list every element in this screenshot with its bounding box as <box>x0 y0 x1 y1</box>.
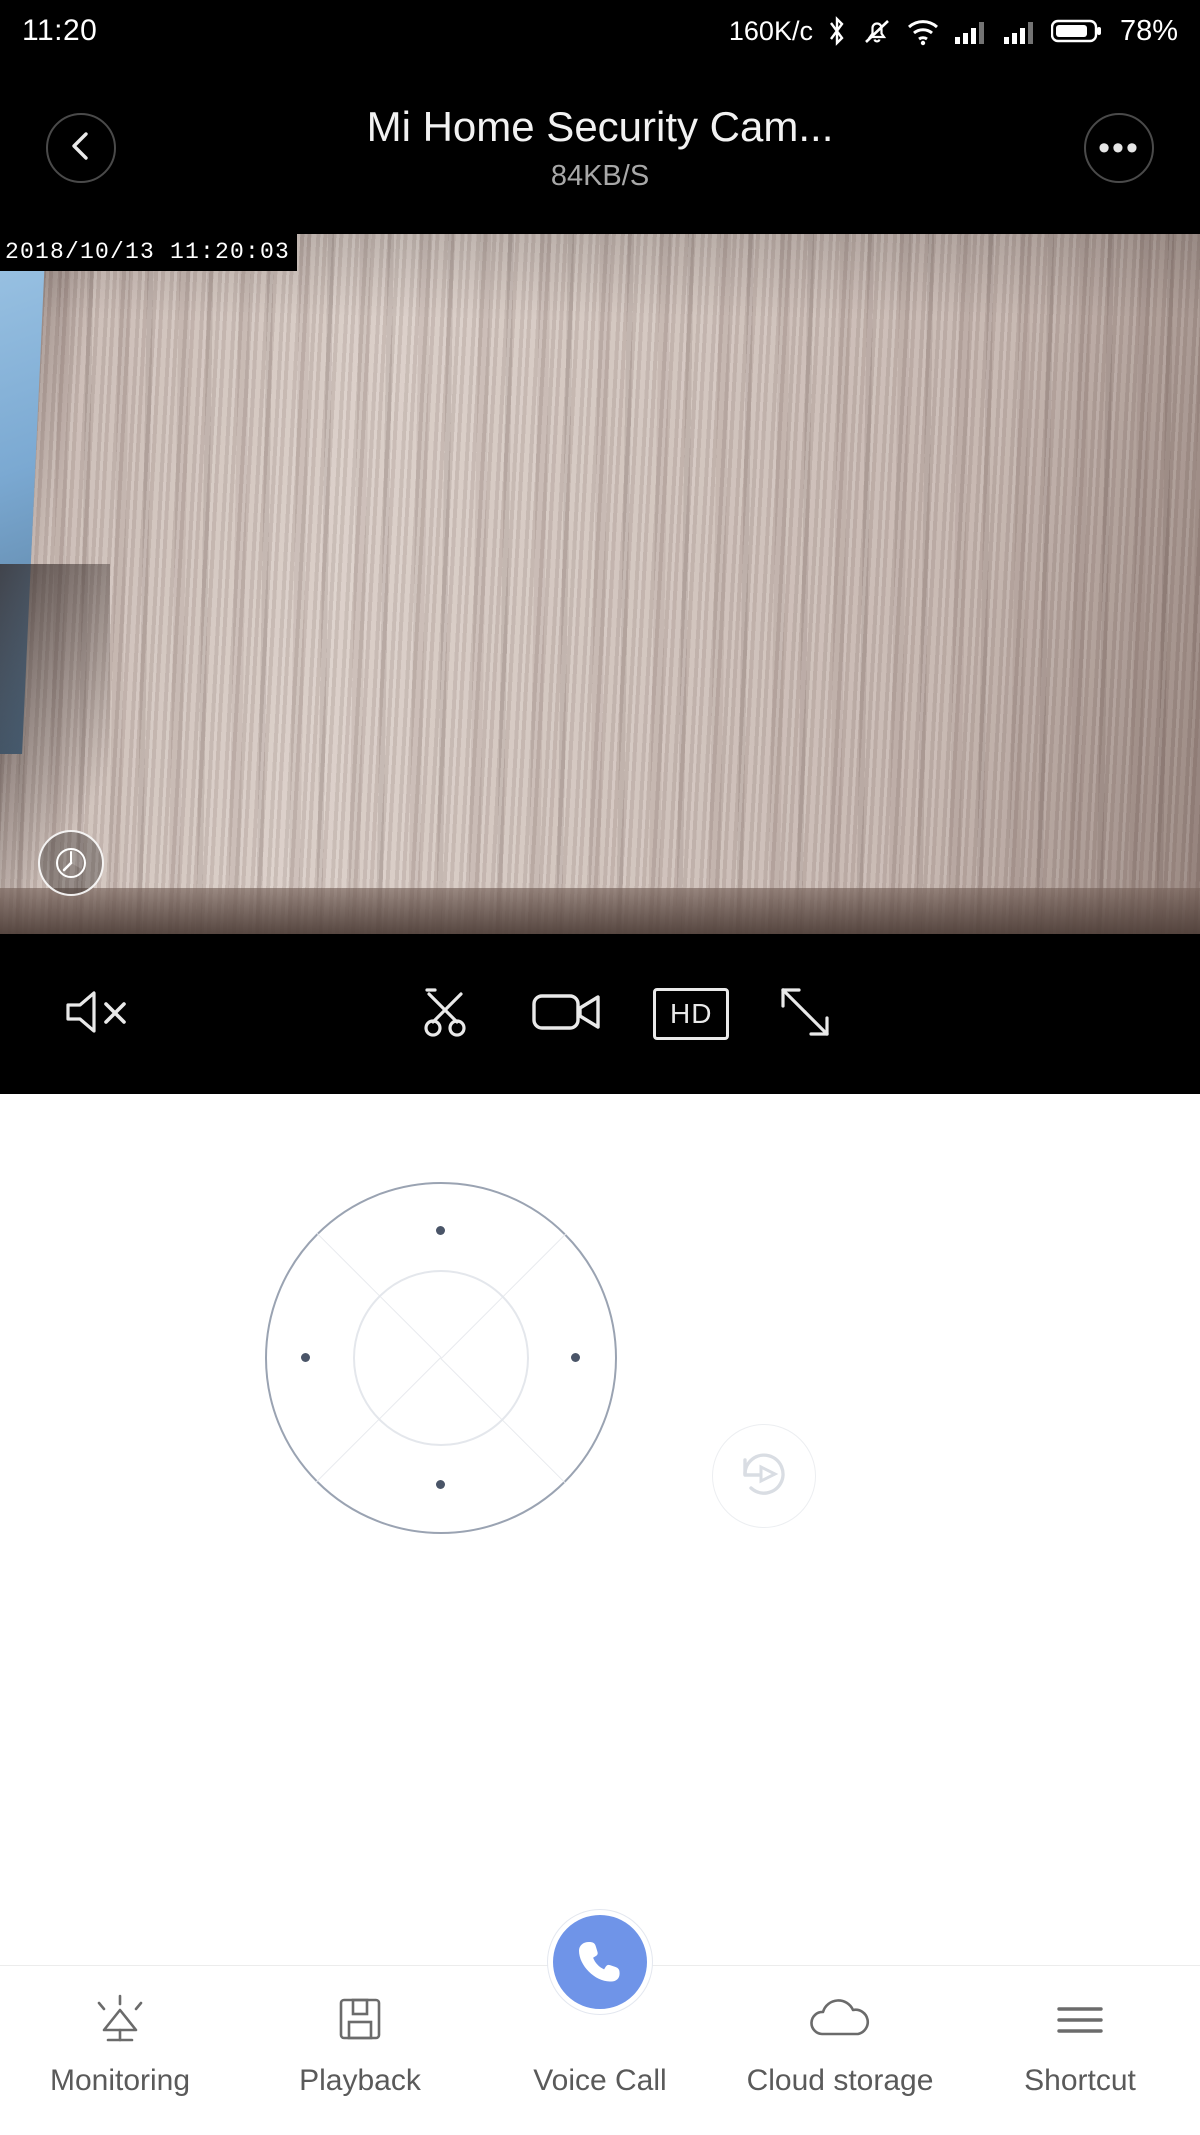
mute-button[interactable] <box>60 984 138 1045</box>
page-title: Mi Home Security Cam... <box>366 102 834 150</box>
video-control-bar: HD <box>0 934 1200 1094</box>
network-speed-text: 160K/c <box>728 15 813 46</box>
battery-icon <box>1050 17 1103 45</box>
tab-label-playback: Playback <box>299 2064 421 2097</box>
monitoring-icon <box>86 1992 154 2048</box>
signal-sim2-icon <box>1002 15 1038 47</box>
ptz-control-panel <box>0 1094 1200 1954</box>
more-dots-icon: ••• <box>1098 129 1140 167</box>
voice-call-button[interactable] <box>548 1910 652 2014</box>
chevron-left-icon <box>67 129 95 168</box>
battery-percent: 78% <box>1119 14 1178 47</box>
tab-label-voice-call: Voice Call <box>533 2064 667 2097</box>
tab-shortcut[interactable]: Shortcut <box>960 1966 1200 2135</box>
fullscreen-button[interactable] <box>775 982 835 1047</box>
tab-cloud-storage[interactable]: Cloud storage <box>720 1966 960 2135</box>
status-time: 11:20 <box>22 14 98 47</box>
floppy-playback-icon <box>331 1992 389 2048</box>
tab-monitoring[interactable]: Monitoring <box>0 1966 240 2135</box>
expand-arrows-icon <box>775 982 835 1047</box>
mute-bell-icon <box>861 15 893 47</box>
ptz-reset-button[interactable] <box>712 1424 816 1528</box>
quality-button[interactable]: HD <box>653 988 730 1040</box>
more-options-button[interactable]: ••• <box>1084 113 1154 183</box>
joystick-dot-right[interactable] <box>571 1353 580 1362</box>
video-camera-icon <box>530 986 606 1043</box>
tab-playback[interactable]: Playback <box>240 1966 480 2135</box>
video-floor-region <box>0 888 1200 934</box>
hd-icon: HD <box>653 988 730 1040</box>
tab-label-shortcut: Shortcut <box>1024 2064 1136 2097</box>
cloud-icon <box>802 1992 878 2048</box>
speaker-muted-icon <box>60 984 138 1045</box>
signal-sim1-icon <box>953 15 989 47</box>
back-button[interactable] <box>46 113 116 183</box>
live-video-view[interactable]: 2018/10/13 11:20:03 <box>0 234 1200 934</box>
status-icons: 160K/c 78% <box>729 15 1178 48</box>
app-screen: 11:20 160K/c 78% Mi Home Security Cam...… <box>0 0 1200 2135</box>
hamburger-icon <box>1049 1992 1111 2048</box>
tab-label-cloud-storage: Cloud storage <box>746 2064 934 2097</box>
title-bar: Mi Home Security Cam... 84KB/S ••• <box>0 62 1200 234</box>
joystick-dot-up[interactable] <box>436 1226 445 1235</box>
tab-label-monitoring: Monitoring <box>49 2064 191 2097</box>
wifi-icon <box>906 15 940 47</box>
joystick-inner-ring <box>353 1270 529 1446</box>
rotate-reset-icon <box>732 1442 796 1511</box>
ptz-joystick[interactable] <box>265 1182 617 1534</box>
joystick-dot-down[interactable] <box>436 1480 445 1489</box>
record-button[interactable] <box>530 986 606 1043</box>
ptz-angle-icon[interactable] <box>38 830 104 896</box>
tab-voice-call[interactable]: Voice Call <box>480 1910 720 2135</box>
status-bar: 11:20 160K/c 78% <box>0 0 1200 62</box>
bottom-tab-bar: Monitoring Playback Voice Call Cloud sto… <box>0 1910 1200 2135</box>
video-frame <box>0 234 1200 934</box>
scissors-icon <box>415 982 475 1047</box>
phone-icon <box>574 1934 626 1991</box>
joystick-dot-left[interactable] <box>301 1353 310 1362</box>
snapshot-button[interactable] <box>415 982 475 1047</box>
video-timestamp: 2018/10/13 11:20:03 <box>0 234 298 271</box>
bitrate-label: 84KB/S <box>550 159 650 192</box>
bluetooth-icon <box>826 15 848 47</box>
